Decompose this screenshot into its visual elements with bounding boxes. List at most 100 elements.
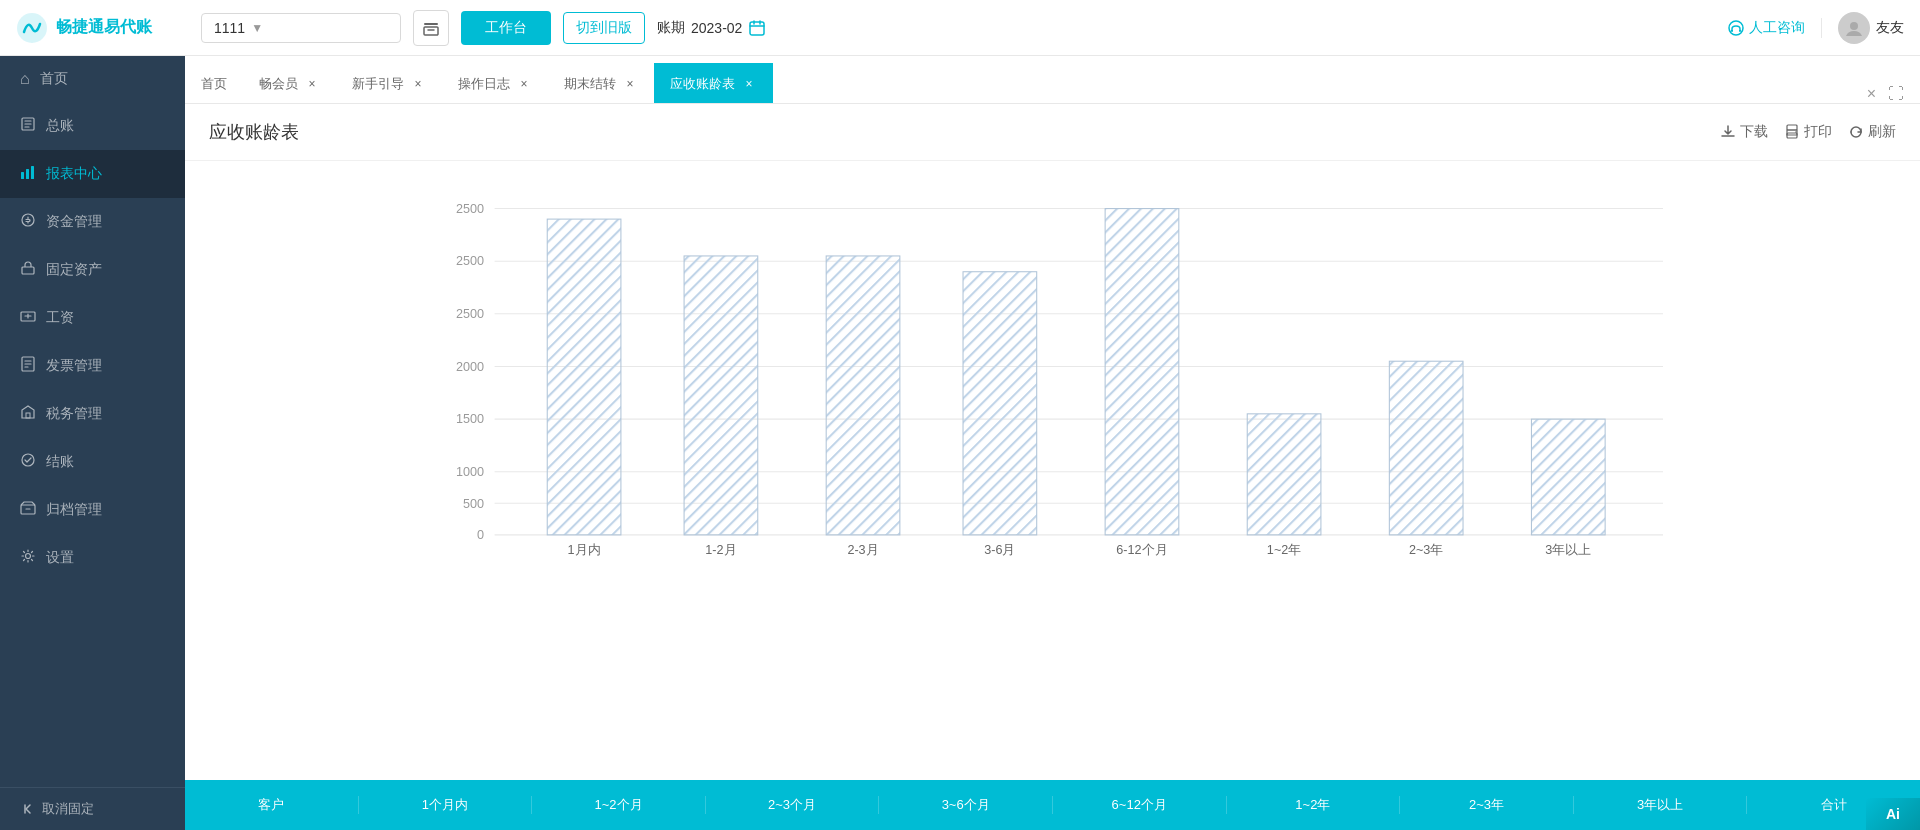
print-label: 打印 [1804, 123, 1832, 141]
svg-point-4 [1729, 21, 1743, 35]
period-info: 账期 2023-02 [657, 19, 766, 37]
refresh-icon [1848, 124, 1864, 140]
print-button[interactable]: 打印 [1784, 123, 1832, 141]
sidebar-item-label: 首页 [40, 70, 68, 88]
sidebar-collapse[interactable]: 取消固定 [0, 787, 185, 830]
archive-nav-icon [20, 500, 36, 520]
user-icon [1844, 18, 1864, 38]
svg-rect-11 [31, 166, 34, 179]
download-button[interactable]: 下载 [1720, 123, 1768, 141]
refresh-button[interactable]: 刷新 [1848, 123, 1896, 141]
salary-icon [20, 308, 36, 328]
sidebar-item-assets[interactable]: 固定资产 [0, 246, 185, 294]
footer-col-1m: 1个月内 [359, 796, 533, 814]
consult-button[interactable]: 人工咨询 [1727, 19, 1805, 37]
sidebar-item-settings[interactable]: 设置 [0, 534, 185, 582]
tab-oplog[interactable]: 操作日志 × [442, 63, 548, 103]
tab-aging[interactable]: 应收账龄表 × [654, 63, 773, 103]
svg-rect-46 [963, 272, 1037, 535]
page-content: 应收账龄表 下载 [185, 104, 1920, 780]
collapse-icon [20, 801, 36, 817]
sidebar-item-funds[interactable]: 资金管理 [0, 198, 185, 246]
footer-col-3y-plus: 3年以上 [1574, 796, 1748, 814]
header-right: 人工咨询 友友 [1727, 12, 1904, 44]
logo-text: 畅捷通易代账 [56, 17, 152, 38]
sidebar-item-label: 发票管理 [46, 357, 102, 375]
tab-actions: × ⛶ [1851, 85, 1920, 103]
sidebar-item-label: 税务管理 [46, 405, 102, 423]
svg-rect-54 [1531, 419, 1605, 535]
tab-close-aging[interactable]: × [741, 76, 757, 92]
tab-close-member[interactable]: × [304, 76, 320, 92]
print-icon [1784, 124, 1800, 140]
sidebar-item-label: 工资 [46, 309, 74, 327]
reports-icon [20, 164, 36, 184]
sidebar-item-invoice[interactable]: 发票管理 [0, 342, 185, 390]
archive-icon [422, 19, 440, 37]
user-avatar [1838, 12, 1870, 44]
tab-label: 期末结转 [564, 75, 616, 93]
refresh-label: 刷新 [1868, 123, 1896, 141]
svg-text:2~3年: 2~3年 [1409, 543, 1443, 557]
tab-label: 应收账龄表 [670, 75, 735, 93]
footer-col-2-3m: 2~3个月 [706, 796, 880, 814]
tab-yearend[interactable]: 期末结转 × [548, 63, 654, 103]
tax-icon [20, 404, 36, 424]
period-label: 账期 [657, 19, 685, 37]
svg-rect-52 [1389, 361, 1463, 535]
page-title: 应收账龄表 [209, 120, 299, 144]
svg-text:1000: 1000 [456, 465, 484, 479]
sidebar-item-salary[interactable]: 工资 [0, 294, 185, 342]
svg-text:1500: 1500 [456, 412, 484, 426]
switch-version-button[interactable]: 切到旧版 [563, 12, 645, 44]
sidebar-nav: ⌂ 首页 总账 报表中心 [0, 56, 185, 787]
svg-rect-9 [21, 172, 24, 179]
tab-label: 畅会员 [259, 75, 298, 93]
svg-text:2500: 2500 [456, 202, 484, 216]
company-selector[interactable]: 1111 ▼ [201, 13, 401, 43]
tab-close-oplog[interactable]: × [516, 76, 532, 92]
sidebar-item-settle[interactable]: 结账 [0, 438, 185, 486]
sidebar-item-home[interactable]: ⌂ 首页 [0, 56, 185, 102]
tab-member[interactable]: 畅会员 × [243, 63, 336, 103]
content-area: 首页 畅会员 × 新手引导 × 操作日志 × 期末结转 × [185, 56, 1920, 830]
footer-col-customer: 客户 [185, 796, 359, 814]
ai-assistant-button[interactable]: Ai [1866, 798, 1920, 830]
close-all-button[interactable]: × [1867, 85, 1876, 103]
svg-rect-3 [750, 22, 764, 35]
footer-col-1-2y: 1~2年 [1227, 796, 1401, 814]
fullscreen-button[interactable]: ⛶ [1888, 85, 1904, 103]
sidebar-item-label: 设置 [46, 549, 74, 567]
workbench-button[interactable]: 工作台 [461, 11, 551, 45]
sidebar-item-reports[interactable]: 报表中心 [0, 150, 185, 198]
main-area: ⌂ 首页 总账 报表中心 [0, 56, 1920, 830]
svg-point-7 [1850, 22, 1858, 30]
svg-rect-48 [1105, 209, 1179, 535]
tab-bar: 首页 畅会员 × 新手引导 × 操作日志 × 期末结转 × [185, 56, 1920, 104]
user-menu[interactable]: 友友 [1838, 12, 1904, 44]
table-footer: 客户 1个月内 1~2个月 2~3个月 3~6个月 6~12个月 1~2年 2~… [185, 780, 1920, 830]
svg-point-19 [26, 554, 31, 559]
tab-close-guide[interactable]: × [410, 76, 426, 92]
svg-rect-42 [684, 256, 758, 535]
invoice-icon [20, 356, 36, 376]
sidebar-item-archive[interactable]: 归档管理 [0, 486, 185, 534]
app-header: 畅捷通易代账 1111 ▼ 工作台 切到旧版 账期 2023-02 [0, 0, 1920, 56]
chart-wrap: 2500 2500 2500 2000 1500 1000 500 0 [209, 177, 1896, 577]
tab-guide[interactable]: 新手引导 × [336, 63, 442, 103]
tab-close-yearend[interactable]: × [622, 76, 638, 92]
bar-chart: 2500 2500 2500 2000 1500 1000 500 0 [209, 177, 1896, 577]
footer-col-6-12m: 6~12个月 [1053, 796, 1227, 814]
svg-rect-44 [826, 256, 900, 535]
tab-home[interactable]: 首页 [185, 63, 243, 103]
home-icon: ⌂ [20, 70, 30, 88]
svg-text:1~2年: 1~2年 [1267, 543, 1301, 557]
svg-text:1-2月: 1-2月 [705, 543, 736, 557]
company-name: 1111 [214, 20, 245, 36]
sidebar-item-tax[interactable]: 税务管理 [0, 390, 185, 438]
sidebar-item-ledger[interactable]: 总账 [0, 102, 185, 150]
archive-button[interactable] [413, 10, 449, 46]
tab-label: 操作日志 [458, 75, 510, 93]
download-icon [1720, 124, 1736, 140]
svg-point-22 [1795, 131, 1797, 133]
